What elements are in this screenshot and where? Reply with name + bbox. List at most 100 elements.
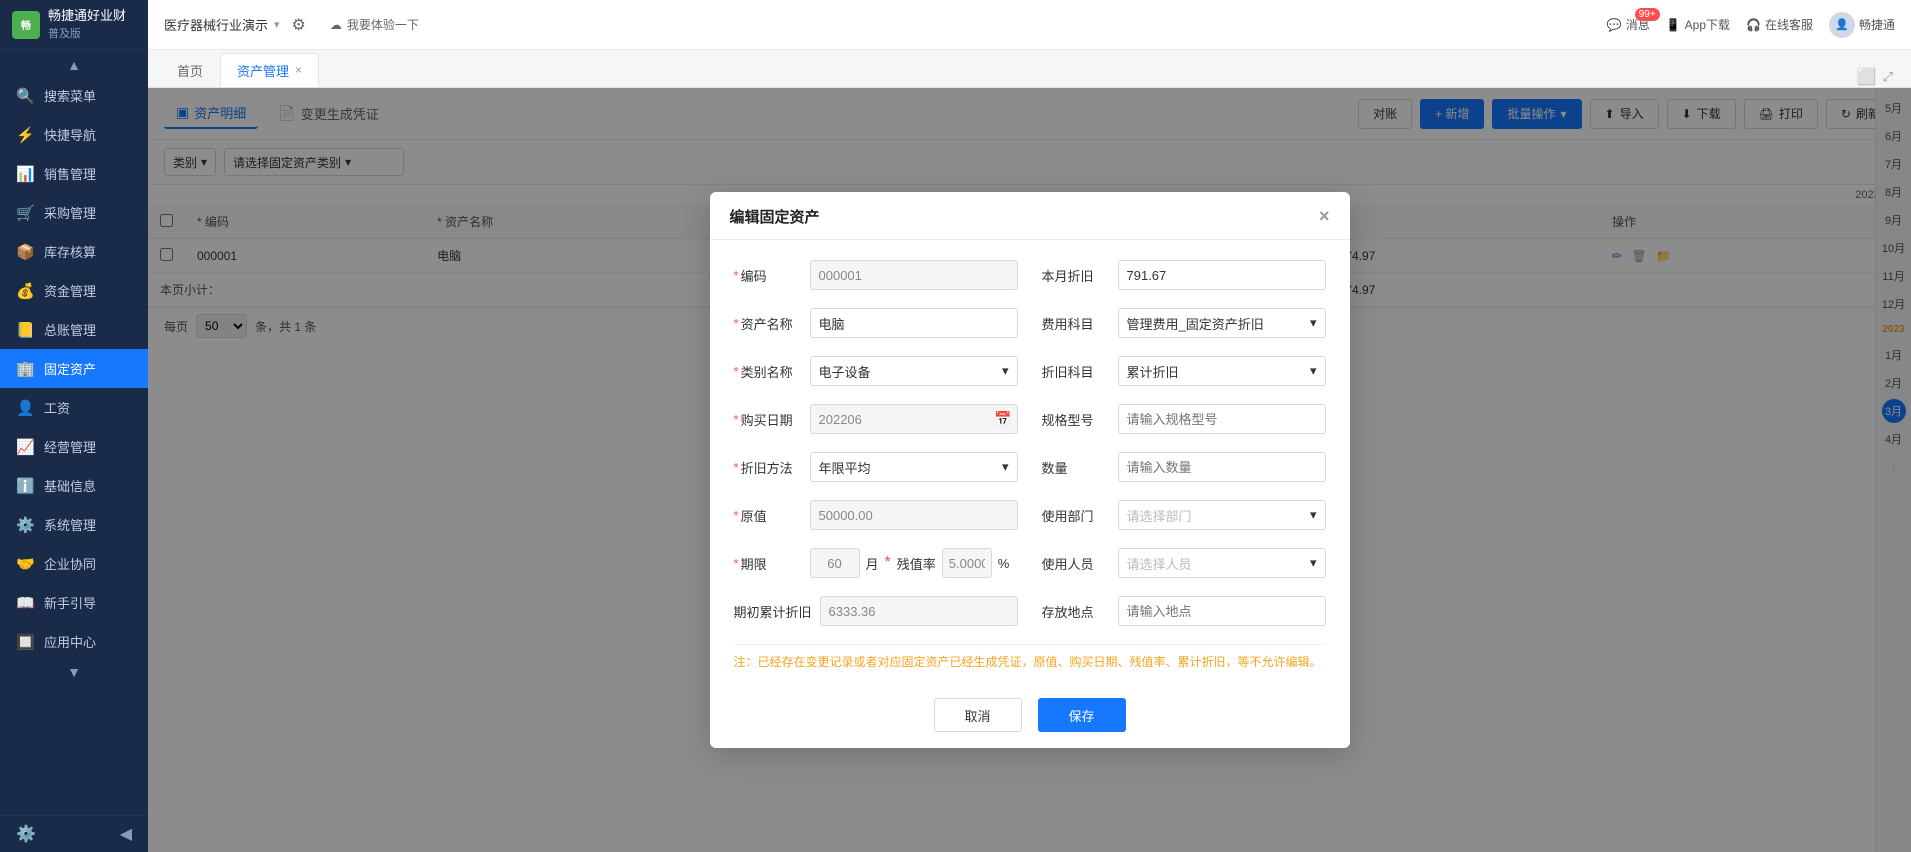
period-dep-input[interactable]	[820, 596, 1018, 626]
topbar-company-name: 医疗器械行业演示	[164, 15, 268, 34]
purchase-date-label: * 购买日期	[734, 410, 802, 429]
field-asset-name: * 资产名称	[734, 308, 1018, 338]
search-icon: 🔍	[16, 87, 34, 105]
asset-name-label: * 资产名称	[734, 314, 802, 333]
period-inline: 月 * 残值率 %	[810, 548, 1010, 578]
chart-icon: 📊	[16, 165, 34, 183]
window-maximize-icon[interactable]: ⬜	[1857, 67, 1877, 87]
spec-input[interactable]	[1118, 404, 1326, 434]
sidebar-scroll-up[interactable]: ▲	[67, 57, 81, 73]
calendar-icon[interactable]: 📅	[994, 411, 1011, 428]
sidebar-item-label: 固定资产	[44, 359, 96, 378]
modal-cancel-btn[interactable]: 取消	[934, 698, 1022, 732]
location-input[interactable]	[1118, 596, 1326, 626]
modal-overlay: 编辑固定资产 × * 编码 本月折旧	[148, 88, 1911, 852]
sidebar-item-guide[interactable]: 📖 新手引导	[0, 583, 148, 622]
purchase-date-input[interactable]	[810, 404, 1018, 434]
sidebar-item-label: 资金管理	[44, 281, 96, 300]
quantity-label: 数量	[1042, 458, 1110, 477]
info-icon: ℹ️	[16, 477, 34, 495]
topbar-user-btn[interactable]: 👤 畅捷通	[1829, 12, 1895, 38]
modal-row-6: * 原值 使用部门 请选择部门 ▾	[734, 500, 1326, 530]
sidebar-item-payroll[interactable]: 👤 工资	[0, 388, 148, 427]
topbar-settings-icon[interactable]: ⚙	[292, 15, 306, 35]
sidebar-item-inventory[interactable]: 📦 库存核算	[0, 232, 148, 271]
sidebar-item-basic-info[interactable]: ℹ️ 基础信息	[0, 466, 148, 505]
topbar-company-selector[interactable]: 医疗器械行业演示 ▾	[164, 15, 280, 34]
sidebar-item-operations[interactable]: 📈 经营管理	[0, 427, 148, 466]
quantity-input[interactable]	[1118, 452, 1326, 482]
original-value-label: * 原值	[734, 506, 802, 525]
modal-header: 编辑固定资产 ×	[710, 192, 1350, 240]
topbar-feedback[interactable]: ☁ 我要体验一下	[330, 16, 419, 33]
residual-rate-input[interactable]	[942, 548, 992, 578]
topbar-online-service-btn[interactable]: 🎧 在线客服	[1746, 16, 1813, 33]
sidebar-item-label: 快捷导航	[44, 125, 96, 144]
graph-icon: 📈	[16, 438, 34, 456]
period-dep-label: 期初累计折旧	[734, 602, 812, 621]
sidebar-item-search[interactable]: 🔍 搜索菜单	[0, 76, 148, 115]
field-category: * 类别名称 电子设备 ▾	[734, 356, 1018, 386]
modal-close-btn[interactable]: ×	[1319, 206, 1330, 227]
asset-name-input[interactable]	[810, 308, 1018, 338]
modal-row-7: * 期限 月 * 残值率 %	[734, 548, 1326, 578]
tabbar: 首页 资产管理 × ⬜ ⤢	[148, 50, 1911, 88]
sidebar-item-fixed-assets[interactable]: 🏢 固定资产	[0, 349, 148, 388]
sidebar-scroll-down[interactable]: ▼	[67, 664, 81, 680]
topbar-messages-btn[interactable]: 💬 消息 99+	[1607, 16, 1650, 33]
period-label: * 期限	[734, 554, 802, 573]
sidebar-item-app-center[interactable]: 🔲 应用中心	[0, 622, 148, 661]
tab-asset-mgmt[interactable]: 资产管理 ×	[220, 53, 319, 87]
tab-close-icon[interactable]: ×	[295, 63, 302, 77]
modal-save-btn[interactable]: 保存	[1038, 698, 1126, 732]
ledger-icon: 📒	[16, 321, 34, 339]
sidebar-settings-icon[interactable]: ⚙️	[16, 824, 36, 844]
sidebar: 畅 畅捷通好业财 普及版 ▲ 🔍 搜索菜单 ⚡ 快捷导航 📊 销售管理 🛒 采购…	[0, 0, 148, 852]
field-period: * 期限 月 * 残值率 %	[734, 548, 1018, 578]
sidebar-item-sales[interactable]: 📊 销售管理	[0, 154, 148, 193]
sidebar-item-purchase[interactable]: 🛒 采购管理	[0, 193, 148, 232]
tab-home[interactable]: 首页	[160, 53, 220, 87]
sidebar-item-quick-nav[interactable]: ⚡ 快捷导航	[0, 115, 148, 154]
app-logo: 畅	[12, 11, 40, 39]
grid-icon: 🔲	[16, 633, 34, 651]
window-expand-icon[interactable]: ⤢	[1883, 69, 1893, 85]
modal-row-2: * 资产名称 费用科目 管理费用_固定资产折旧 ▾	[734, 308, 1326, 338]
expense-account-label: 费用科目	[1042, 314, 1110, 333]
sidebar-header: 畅 畅捷通好业财 普及版	[0, 0, 148, 50]
original-value-input[interactable]	[810, 500, 1018, 530]
period-input[interactable]	[810, 548, 860, 578]
main-content: 医疗器械行业演示 ▾ ⚙ ☁ 我要体验一下 💬 消息 99+ 📱 App下载 🎧…	[148, 0, 1911, 852]
chevron-down-icon: ▾	[1002, 459, 1009, 475]
gear-icon: ⚙️	[16, 516, 34, 534]
topbar-app-download-btn[interactable]: 📱 App下载	[1666, 16, 1730, 33]
field-expense-account: 费用科目 管理费用_固定资产折旧 ▾	[1042, 308, 1326, 338]
flash-icon: ⚡	[16, 126, 34, 144]
field-dep-method: * 折旧方法 年限平均 ▾	[734, 452, 1018, 482]
dept-select[interactable]: 请选择部门 ▾	[1118, 500, 1326, 530]
category-select[interactable]: 电子设备 ▾	[810, 356, 1018, 386]
field-dept: 使用部门 请选择部门 ▾	[1042, 500, 1326, 530]
dep-account-label: 折旧科目	[1042, 362, 1110, 381]
sidebar-item-finance[interactable]: 💰 资金管理	[0, 271, 148, 310]
sidebar-collapse-icon[interactable]: ◀	[120, 824, 132, 844]
dep-account-select[interactable]: 累计折旧 ▾	[1118, 356, 1326, 386]
sidebar-item-label: 经营管理	[44, 437, 96, 456]
code-input[interactable]	[810, 260, 1018, 290]
sidebar-item-general-ledger[interactable]: 📒 总账管理	[0, 310, 148, 349]
box-icon: 📦	[16, 243, 34, 261]
this-month-dep-input[interactable]	[1118, 260, 1326, 290]
purchase-date-wrap: 📅	[810, 404, 1018, 434]
modal-row-8: 期初累计折旧 存放地点	[734, 596, 1326, 626]
field-original-value: * 原值	[734, 500, 1018, 530]
person-select[interactable]: 请选择人员 ▾	[1118, 548, 1326, 578]
spec-label: 规格型号	[1042, 410, 1110, 429]
sidebar-item-label: 应用中心	[44, 632, 96, 651]
sidebar-item-system[interactable]: ⚙️ 系统管理	[0, 505, 148, 544]
money-icon: 💰	[16, 282, 34, 300]
dep-method-select[interactable]: 年限平均 ▾	[810, 452, 1018, 482]
expense-account-select[interactable]: 管理费用_固定资产折旧 ▾	[1118, 308, 1326, 338]
sidebar-bottom: ⚙️ ◀	[0, 815, 148, 852]
sidebar-item-enterprise[interactable]: 🤝 企业协同	[0, 544, 148, 583]
user-icon: 👤	[16, 399, 34, 417]
